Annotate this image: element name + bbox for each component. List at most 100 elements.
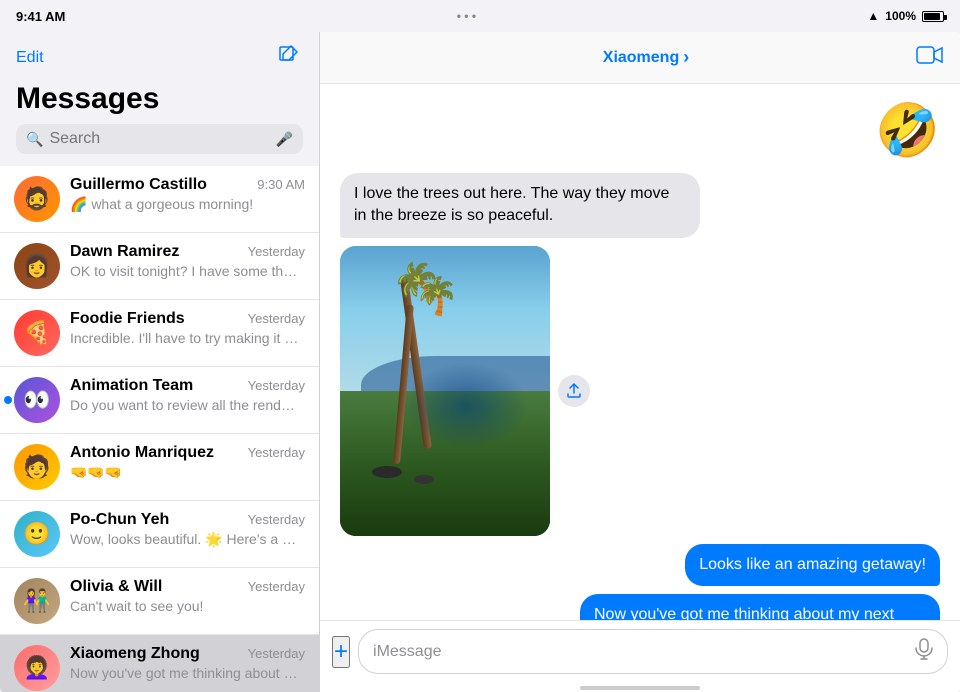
conv-top-row-guillermo: Guillermo Castillo 9:30 AM: [70, 176, 305, 194]
conv-name-pochun: Po-Chun Yeh: [70, 511, 169, 529]
search-bar: 🔍 🎤: [16, 124, 303, 154]
conv-time-pochun: Yesterday: [248, 512, 305, 527]
conv-time-xiaomeng: Yesterday: [248, 646, 305, 661]
sidebar: Edit Messages 🔍 🎤 🧔: [0, 32, 320, 692]
sidebar-top-bar: Edit: [16, 40, 303, 76]
chat-header-center[interactable]: Xiaomeng ›: [603, 47, 689, 68]
photo-message-container: 🌴 🌴: [340, 246, 550, 536]
battery-text: 100%: [885, 9, 916, 23]
avatar-foodie: 🍕: [14, 310, 60, 356]
message-input-wrap[interactable]: iMessage: [358, 629, 948, 674]
add-attachment-button[interactable]: +: [332, 636, 350, 668]
sent-bubble-2: Now you've got me thinking about my next…: [580, 594, 940, 620]
conv-content-pochun: Po-Chun Yeh Yesterday Wow, looks beautif…: [70, 511, 305, 548]
compose-icon: [277, 44, 299, 66]
conv-content-guillermo: Guillermo Castillo 9:30 AM 🌈 what a gorg…: [70, 176, 305, 213]
conversation-item-xiaomeng[interactable]: 👩‍🦱 Xiaomeng Zhong Yesterday Now you've …: [0, 635, 319, 692]
conv-content-antonio: Antonio Manriquez Yesterday 🤜🤜🤜: [70, 444, 305, 481]
conversation-item-dawn[interactable]: 👩 Dawn Ramirez Yesterday OK to visit ton…: [0, 233, 319, 300]
chat-input-bar: + iMessage: [320, 620, 960, 682]
avatar-dawn: 👩: [14, 243, 60, 289]
battery-bar: [922, 11, 944, 22]
compose-button[interactable]: [273, 40, 303, 76]
chat-area: Xiaomeng › 🤣 I love the trees out here. …: [320, 32, 960, 692]
chat-messages: 🤣 I love the trees out here. The way the…: [320, 84, 960, 620]
wifi-icon: ▲: [867, 9, 879, 23]
conv-top-row-dawn: Dawn Ramirez Yesterday: [70, 243, 305, 261]
share-icon: [566, 383, 582, 399]
conv-content-foodie: Foodie Friends Yesterday Incredible. I'l…: [70, 310, 305, 346]
video-call-button[interactable]: [916, 45, 944, 71]
avatar-xiaomeng: 👩‍🦱: [14, 645, 60, 691]
conv-time-olivia: Yesterday: [248, 579, 305, 594]
emoji-reaction: 🤣: [875, 100, 940, 161]
conversation-item-guillermo[interactable]: 🧔 Guillermo Castillo 9:30 AM 🌈 what a go…: [0, 166, 319, 233]
conv-content-olivia: Olivia & Will Yesterday Can't wait to se…: [70, 578, 305, 614]
photo-message[interactable]: 🌴 🌴: [340, 246, 550, 536]
status-right: ▲ 100%: [867, 9, 944, 23]
conversation-item-antonio[interactable]: 🧑 Antonio Manriquez Yesterday 🤜🤜🤜: [0, 434, 319, 501]
conversation-item-animation[interactable]: 👀 Animation Team Yesterday Do you want t…: [0, 367, 319, 434]
palm-scene: 🌴 🌴: [340, 246, 550, 536]
conv-top-row-pochun: Po-Chun Yeh Yesterday: [70, 511, 305, 529]
message-input-placeholder: iMessage: [373, 643, 441, 661]
sent-bubble-1: Looks like an amazing getaway!: [685, 544, 940, 586]
avatar-guillermo: 🧔: [14, 176, 60, 222]
avatar-pochun: 🙂: [14, 511, 60, 557]
sidebar-title: Messages: [16, 80, 303, 124]
conv-name-foodie: Foodie Friends: [70, 310, 185, 328]
conv-preview-olivia: Can't wait to see you!: [70, 598, 300, 614]
sidebar-header: Edit Messages 🔍 🎤: [0, 32, 319, 166]
conv-content-dawn: Dawn Ramirez Yesterday OK to visit tonig…: [70, 243, 305, 279]
conv-preview-foodie: Incredible. I'll have to try making it m…: [70, 330, 300, 346]
status-time: 9:41 AM: [16, 9, 65, 24]
chat-header: Xiaomeng ›: [320, 32, 960, 84]
conv-top-row-olivia: Olivia & Will Yesterday: [70, 578, 305, 596]
conv-preview-dawn: OK to visit tonight? I have some things …: [70, 263, 300, 279]
search-icon: 🔍: [26, 131, 43, 148]
conversation-item-olivia[interactable]: 👫 Olivia & Will Yesterday Can't wait to …: [0, 568, 319, 635]
share-button[interactable]: [558, 375, 590, 407]
received-bubble-1: I love the trees out here. The way they …: [340, 173, 700, 238]
conv-name-xiaomeng: Xiaomeng Zhong: [70, 645, 200, 663]
conv-content-xiaomeng: Xiaomeng Zhong Yesterday Now you've got …: [70, 645, 305, 681]
conv-name-animation: Animation Team: [70, 377, 193, 395]
conv-preview-antonio: 🤜🤜🤜: [70, 464, 300, 481]
avatar-olivia: 👫: [14, 578, 60, 624]
conversation-list: 🧔 Guillermo Castillo 9:30 AM 🌈 what a go…: [0, 166, 319, 692]
conv-preview-animation: Do you want to review all the renders to…: [70, 397, 300, 413]
conv-preview-guillermo: 🌈 what a gorgeous morning!: [70, 196, 300, 213]
conv-name-antonio: Antonio Manriquez: [70, 444, 214, 462]
conv-name-guillermo: Guillermo Castillo: [70, 176, 207, 194]
conv-name-olivia: Olivia & Will: [70, 578, 162, 596]
conversation-item-pochun[interactable]: 🙂 Po-Chun Yeh Yesterday Wow, looks beaut…: [0, 501, 319, 568]
status-bar: 9:41 AM • • • ▲ 100%: [0, 0, 960, 32]
conv-time-foodie: Yesterday: [248, 311, 305, 326]
chevron-icon: ›: [683, 47, 689, 68]
microphone-icon[interactable]: 🎤: [276, 131, 293, 148]
search-input[interactable]: [49, 130, 269, 148]
conv-time-guillermo: 9:30 AM: [257, 177, 305, 192]
conv-time-dawn: Yesterday: [248, 244, 305, 259]
conv-content-animation: Animation Team Yesterday Do you want to …: [70, 377, 305, 413]
conv-preview-pochun: Wow, looks beautiful. 🌟 Here's a photo o…: [70, 531, 300, 548]
conv-top-row-animation: Animation Team Yesterday: [70, 377, 305, 395]
conv-time-antonio: Yesterday: [248, 445, 305, 460]
home-indicator: [580, 686, 700, 690]
conv-top-row-foodie: Foodie Friends Yesterday: [70, 310, 305, 328]
conv-name-dawn: Dawn Ramirez: [70, 243, 179, 261]
conv-preview-xiaomeng: Now you've got me thinking about my next…: [70, 665, 300, 681]
app-container: Edit Messages 🔍 🎤 🧔: [0, 32, 960, 692]
input-mic-button[interactable]: [915, 638, 933, 665]
conv-top-row-xiaomeng: Xiaomeng Zhong Yesterday: [70, 645, 305, 663]
avatar-animation: 👀: [14, 377, 60, 423]
avatar-antonio: 🧑: [14, 444, 60, 490]
contact-name: Xiaomeng: [603, 49, 679, 67]
conv-top-row-antonio: Antonio Manriquez Yesterday: [70, 444, 305, 462]
conversation-item-foodie[interactable]: 🍕 Foodie Friends Yesterday Incredible. I…: [0, 300, 319, 367]
edit-button[interactable]: Edit: [16, 45, 44, 71]
status-dots: • • •: [457, 9, 476, 23]
conv-time-animation: Yesterday: [248, 378, 305, 393]
video-icon: [916, 45, 944, 65]
mic-icon: [915, 638, 933, 660]
